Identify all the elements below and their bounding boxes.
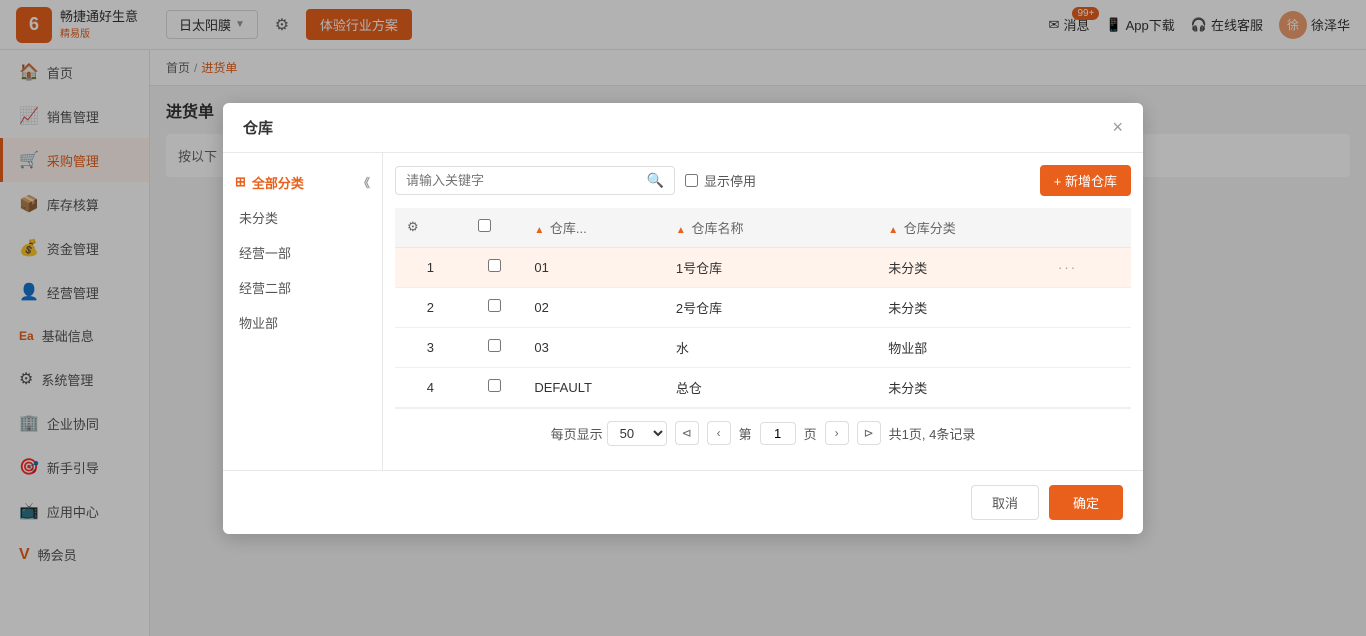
row-checkbox-3[interactable] — [466, 327, 523, 367]
row-action-4 — [1046, 367, 1131, 407]
row-category-1: 未分类 — [876, 247, 1046, 287]
last-page-button[interactable]: ⊳ — [857, 421, 881, 445]
row-checkbox-input[interactable] — [488, 259, 501, 272]
confirm-button[interactable]: 确定 — [1049, 485, 1123, 520]
table-header-name[interactable]: ▲ 仓库名称 — [664, 208, 876, 248]
row-action-1[interactable]: ··· — [1046, 247, 1131, 287]
table-row[interactable]: 4 DEFAULT 总仓 未分类 — [395, 367, 1131, 407]
row-checkbox-input[interactable] — [488, 299, 501, 312]
row-name-2: 2号仓库 — [664, 287, 876, 327]
grid-icon: ⊞ — [235, 174, 246, 190]
category-collapse-icon[interactable]: 《 — [358, 174, 370, 191]
category-item-property[interactable]: 物业部 — [223, 305, 382, 340]
first-page-button[interactable]: ⊲ — [675, 421, 699, 445]
sort-icon: ▲ — [888, 225, 898, 236]
table-panel: 🔍 显示停用 + 新增仓库 ⚙ — [383, 153, 1143, 470]
table-header-settings[interactable]: ⚙ — [395, 208, 466, 248]
table-header-action — [1046, 208, 1131, 248]
row-action-3 — [1046, 327, 1131, 367]
row-code-3: 03 — [522, 327, 664, 367]
warehouse-table: ⚙ ▲ 仓库... ▲ 仓库名称 — [395, 208, 1131, 408]
category-item-operation1[interactable]: 经营一部 — [223, 235, 382, 270]
show-disabled-input[interactable] — [685, 174, 698, 187]
row-checkbox-input[interactable] — [488, 379, 501, 392]
page-size-select[interactable]: 50 10 20 100 — [607, 421, 667, 446]
row-menu-icon[interactable]: ··· — [1058, 260, 1077, 275]
modal-header: 仓库 × — [223, 103, 1143, 153]
row-num-2: 2 — [395, 287, 466, 327]
table-row[interactable]: 1 01 1号仓库 未分类 ··· — [395, 247, 1131, 287]
warehouse-modal: 仓库 × ⊞ 全部分类 《 未分类 经营一部 — [223, 103, 1143, 534]
table-header-code[interactable]: ▲ 仓库... — [522, 208, 664, 248]
table-header-checkbox[interactable] — [466, 208, 523, 248]
modal-close-button[interactable]: × — [1112, 118, 1123, 136]
row-code-1: 01 — [522, 247, 664, 287]
row-checkbox-2[interactable] — [466, 287, 523, 327]
row-checkbox-4[interactable] — [466, 367, 523, 407]
row-category-2: 未分类 — [876, 287, 1046, 327]
row-category-4: 未分类 — [876, 367, 1046, 407]
row-name-1: 1号仓库 — [664, 247, 876, 287]
category-item-operation2[interactable]: 经营二部 — [223, 270, 382, 305]
row-num-3: 3 — [395, 327, 466, 367]
modal-body: ⊞ 全部分类 《 未分类 经营一部 经营二部 物业部 — [223, 153, 1143, 470]
modal-footer: 取消 确定 — [223, 470, 1143, 534]
cancel-button[interactable]: 取消 — [971, 485, 1039, 520]
row-checkbox-input[interactable] — [488, 339, 501, 352]
row-num-1: 1 — [395, 247, 466, 287]
modal-overlay[interactable]: 仓库 × ⊞ 全部分类 《 未分类 经营一部 — [0, 0, 1366, 636]
row-name-3: 水 — [664, 327, 876, 367]
add-warehouse-button[interactable]: + 新增仓库 — [1040, 165, 1131, 196]
category-all-header[interactable]: ⊞ 全部分类 《 — [223, 165, 382, 200]
total-info: 共1页, 4条记录 — [889, 424, 976, 443]
select-all-checkbox[interactable] — [478, 219, 491, 232]
page-number-input[interactable] — [760, 422, 796, 445]
modal-title: 仓库 — [243, 117, 273, 138]
table-header-category[interactable]: ▲ 仓库分类 — [876, 208, 1046, 248]
show-disabled-checkbox[interactable]: 显示停用 — [685, 171, 756, 190]
row-code-2: 02 — [522, 287, 664, 327]
table-row[interactable]: 3 03 水 物业部 — [395, 327, 1131, 367]
table-toolbar: 🔍 显示停用 + 新增仓库 — [395, 165, 1131, 196]
row-num-4: 4 — [395, 367, 466, 407]
settings-icon: ⚙ — [407, 219, 419, 234]
row-checkbox-1[interactable] — [466, 247, 523, 287]
row-category-3: 物业部 — [876, 327, 1046, 367]
next-page-button[interactable]: › — [825, 421, 849, 445]
category-panel: ⊞ 全部分类 《 未分类 经营一部 经营二部 物业部 — [223, 153, 383, 470]
sort-icon: ▲ — [534, 225, 544, 236]
search-icon[interactable]: 🔍 — [647, 172, 664, 189]
row-code-4: DEFAULT — [522, 367, 664, 407]
category-item-uncategorized[interactable]: 未分类 — [223, 200, 382, 235]
page-size-selector: 每页显示 50 10 20 100 — [551, 421, 667, 446]
sort-icon: ▲ — [676, 225, 686, 236]
search-input[interactable] — [406, 173, 641, 188]
row-action-2 — [1046, 287, 1131, 327]
search-box: 🔍 — [395, 166, 675, 195]
prev-page-button[interactable]: ‹ — [707, 421, 731, 445]
pagination-bar: 每页显示 50 10 20 100 ⊲ ‹ 第 页 › ⊳ — [395, 408, 1131, 458]
row-name-4: 总仓 — [664, 367, 876, 407]
table-row[interactable]: 2 02 2号仓库 未分类 — [395, 287, 1131, 327]
